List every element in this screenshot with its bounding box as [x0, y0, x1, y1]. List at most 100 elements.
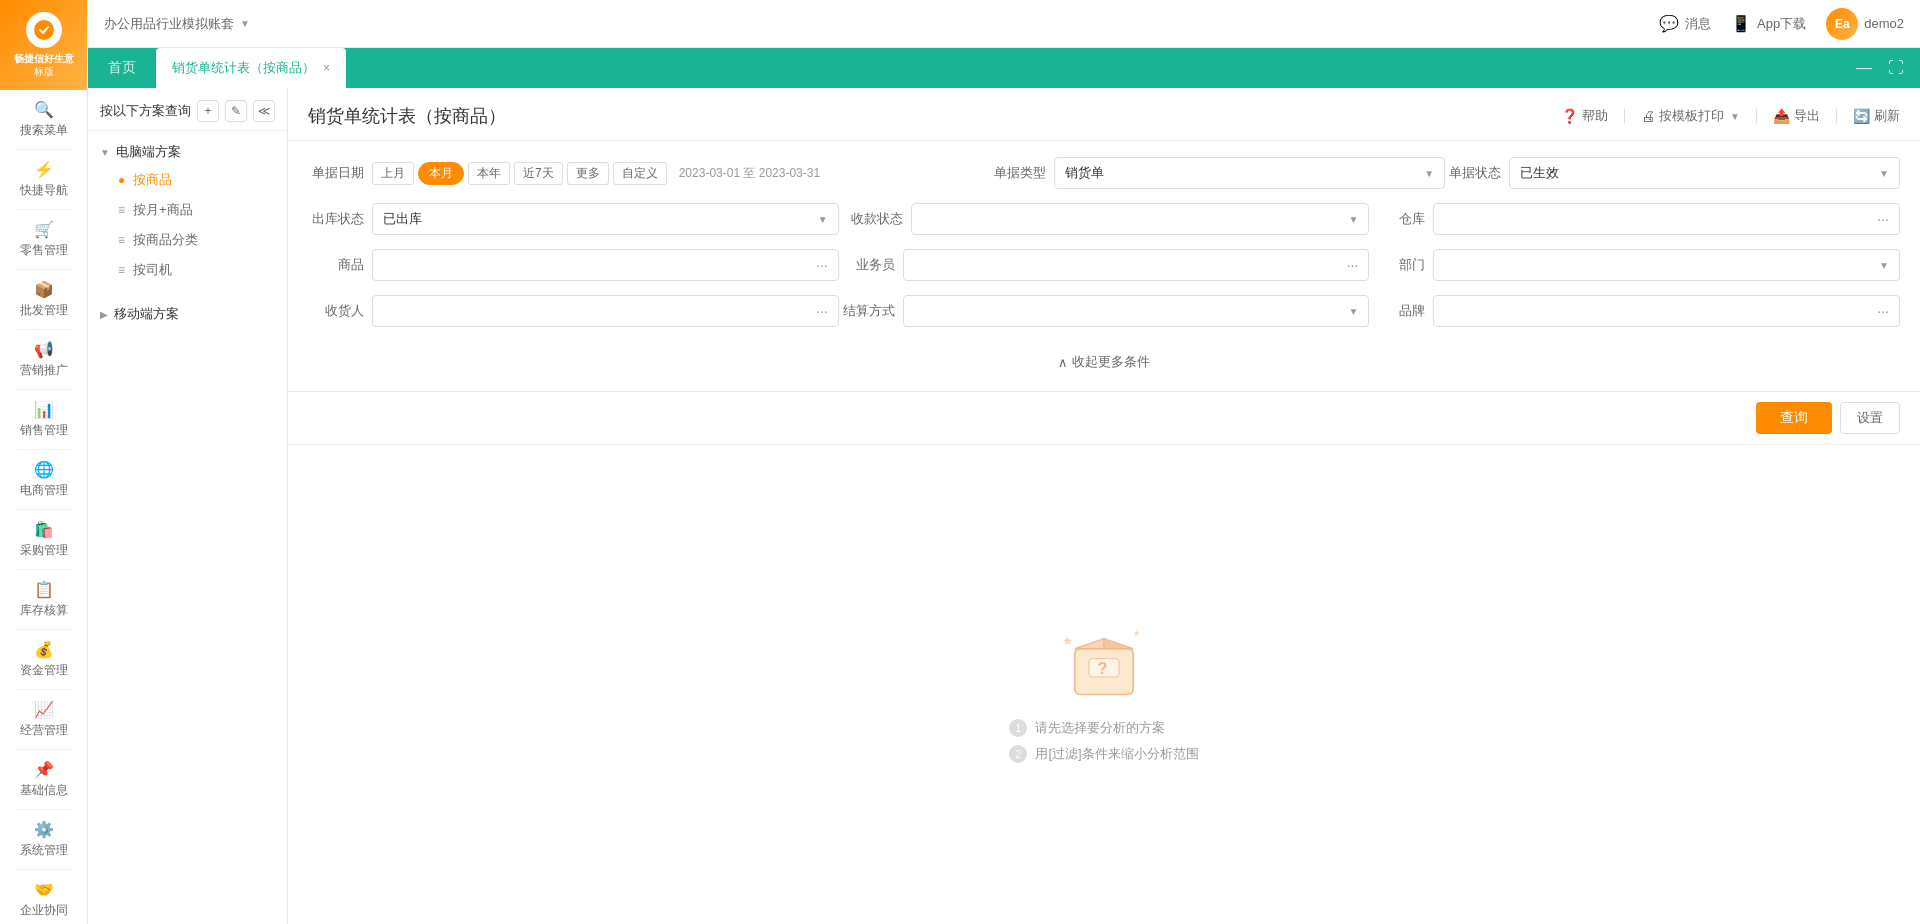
sidebar-item-ecommerce[interactable]: 🌐电商管理: [16, 450, 72, 510]
inventory-icon: 📋: [34, 580, 54, 599]
avatar: Ea: [1826, 8, 1858, 40]
warehouse-input[interactable]: ···: [1433, 203, 1900, 235]
sidebar-label-system: 系统管理: [20, 842, 68, 859]
collapse-panel-btn[interactable]: ≪: [253, 100, 275, 122]
scheme-group-header-0[interactable]: ▼电脑端方案: [100, 139, 275, 165]
edit-scheme-btn[interactable]: ✎: [225, 100, 247, 122]
receiver-input[interactable]: ···: [372, 295, 839, 327]
salesperson-input[interactable]: ···: [903, 249, 1370, 281]
scheme-item-warehouse[interactable]: ≡按司机: [100, 255, 275, 285]
docstatus-label: 单据状态: [1445, 164, 1501, 182]
brand-label: 品牌: [1369, 302, 1425, 320]
receiptstatus-dropdown-icon: ▼: [1348, 214, 1358, 225]
plus-icon: +: [204, 104, 211, 118]
sidebar-label-enterprise: 企业协同: [20, 902, 68, 919]
scheme-item-month_commodity[interactable]: ≡按月+商品: [100, 195, 275, 225]
sidebar-item-enterprise[interactable]: 🤝 企业协同: [16, 870, 72, 924]
doctype-select[interactable]: 销货单 ▼: [1054, 157, 1445, 189]
sidebar-item-system[interactable]: ⚙️系统管理: [16, 810, 72, 870]
date-btn-this-year[interactable]: 本年: [468, 162, 510, 185]
chevron-up-icon: ∧: [1058, 355, 1068, 370]
print-btn[interactable]: 🖨 按模板打印 ▼: [1641, 107, 1740, 125]
receiptstatus-control: ▼: [911, 203, 1370, 235]
app-download-label: App下载: [1757, 15, 1806, 33]
docstatus-select[interactable]: 已生效 ▼: [1509, 157, 1900, 189]
scheme-item-icon-month_commodity: ≡: [118, 203, 125, 217]
date-btn-more[interactable]: 更多: [567, 162, 609, 185]
sidebar-item-search[interactable]: 🔍搜索菜单: [16, 90, 72, 150]
commodity-label: 商品: [308, 256, 364, 274]
brand-input[interactable]: ···: [1433, 295, 1900, 327]
divider-1: [1624, 109, 1625, 123]
receiptstatus-select[interactable]: ▼: [911, 203, 1370, 235]
salesperson-label: 业务员: [839, 256, 895, 274]
sidebar-item-marketing[interactable]: 📢营销推广: [16, 330, 72, 390]
user-menu[interactable]: Ea demo2: [1826, 8, 1904, 40]
outstatus-select[interactable]: 已出库 ▼: [372, 203, 839, 235]
date-btn-last-month[interactable]: 上月: [372, 162, 414, 185]
sidebar-item-finance[interactable]: 💰资金管理: [16, 630, 72, 690]
tab-close-icon[interactable]: ×: [323, 61, 330, 75]
export-icon: 📤: [1773, 108, 1790, 124]
filter-doctype-field: 单据类型 销货单 ▼: [990, 157, 1445, 189]
enterprise-icon: 🤝: [34, 880, 54, 899]
scheme-item-label-commodity: 按商品: [133, 171, 172, 189]
refresh-btn[interactable]: 🔄 刷新: [1853, 107, 1900, 125]
app-logo[interactable]: 畅捷信好生意 标版: [0, 0, 88, 90]
collapse-btn[interactable]: ∧ 收起更多条件: [1046, 349, 1162, 375]
purchase-icon: 🛍️: [34, 520, 54, 539]
commodity-control: ···: [372, 249, 839, 281]
sidebar-label-search: 搜索菜单: [20, 122, 68, 139]
receiver-label: 收货人: [308, 302, 364, 320]
filter-dept-field: 部门 ▼: [1369, 249, 1900, 281]
scheme-item-category[interactable]: ≡按商品分类: [100, 225, 275, 255]
tab-window-max-btn[interactable]: ⛶: [1884, 55, 1908, 81]
date-btn-this-month[interactable]: 本月: [418, 162, 464, 185]
scheme-item-commodity[interactable]: ●按商品: [100, 165, 275, 195]
commodity-input[interactable]: ···: [372, 249, 839, 281]
query-btn[interactable]: 查询: [1756, 402, 1832, 434]
scheme-group-header-1[interactable]: ▶移动端方案: [100, 301, 275, 327]
warehouse-ellipsis[interactable]: ···: [1877, 211, 1889, 227]
sidebar-label-purchase: 采购管理: [20, 542, 68, 559]
sidebar-item-quick[interactable]: ⚡快捷导航: [16, 150, 72, 210]
doctype-dropdown-icon: ▼: [1424, 168, 1434, 179]
message-btn[interactable]: 💬 消息: [1659, 14, 1711, 33]
help-btn[interactable]: ❓ 帮助: [1561, 107, 1608, 125]
empty-step-1: 1 请先选择要分析的方案: [1009, 719, 1198, 737]
sidebar-item-inventory[interactable]: 📋库存核算: [16, 570, 72, 630]
commodity-ellipsis[interactable]: ···: [816, 257, 828, 273]
date-buttons: 上月 本月 本年 近7天 更多 自定义: [372, 162, 667, 185]
salesperson-control: ···: [903, 249, 1370, 281]
tab-home[interactable]: 首页: [88, 48, 156, 88]
tab-active[interactable]: 销货单统计表（按商品） ×: [156, 48, 346, 88]
print-dropdown-icon: ▼: [1730, 111, 1740, 122]
brand-ellipsis[interactable]: ···: [1877, 303, 1889, 319]
app-download-btn[interactable]: 📱 App下载: [1731, 14, 1806, 33]
user-name: demo2: [1864, 16, 1904, 31]
content-area: 按以下方案查询 + ✎ ≪ ▼电脑端方案●按商品≡按月+商品≡按商品分类≡按司机…: [88, 88, 1920, 924]
receiver-ellipsis[interactable]: ···: [816, 303, 828, 319]
sidebar-item-basic[interactable]: 📌基础信息: [16, 750, 72, 810]
sidebar-item-retail[interactable]: 🛒零售管理: [16, 210, 72, 270]
topbar-left: 办公用品行业模拟账套 ▼: [104, 15, 250, 33]
sidebar-item-purchase[interactable]: 🛍️ 采购管理: [16, 510, 72, 570]
export-btn[interactable]: 📤 导出: [1773, 107, 1820, 125]
dept-select[interactable]: ▼: [1433, 249, 1900, 281]
date-btn-custom[interactable]: 自定义: [613, 162, 667, 185]
industry-selector[interactable]: 办公用品行业模拟账套 ▼: [104, 15, 250, 33]
main-area: 办公用品行业模拟账套 ▼ 💬 消息 📱 App下载 Ea demo2 首页: [88, 0, 1920, 924]
doctype-label: 单据类型: [990, 164, 1046, 182]
settings-btn[interactable]: 设置: [1840, 402, 1900, 434]
date-btn-7days[interactable]: 近7天: [514, 162, 563, 185]
salesperson-ellipsis[interactable]: ···: [1347, 257, 1359, 273]
operations-icon: 📈: [34, 700, 54, 719]
divider-3: [1836, 109, 1837, 123]
add-scheme-btn[interactable]: +: [197, 100, 219, 122]
outstatus-value: 已出库: [383, 210, 422, 228]
sidebar-item-operations[interactable]: 📈经营管理: [16, 690, 72, 750]
tab-window-min-btn[interactable]: —: [1852, 55, 1876, 81]
payment-select[interactable]: ▼: [903, 295, 1370, 327]
sidebar-item-sales[interactable]: 📊销售管理: [16, 390, 72, 450]
sidebar-item-wholesale[interactable]: 📦批发管理: [16, 270, 72, 330]
